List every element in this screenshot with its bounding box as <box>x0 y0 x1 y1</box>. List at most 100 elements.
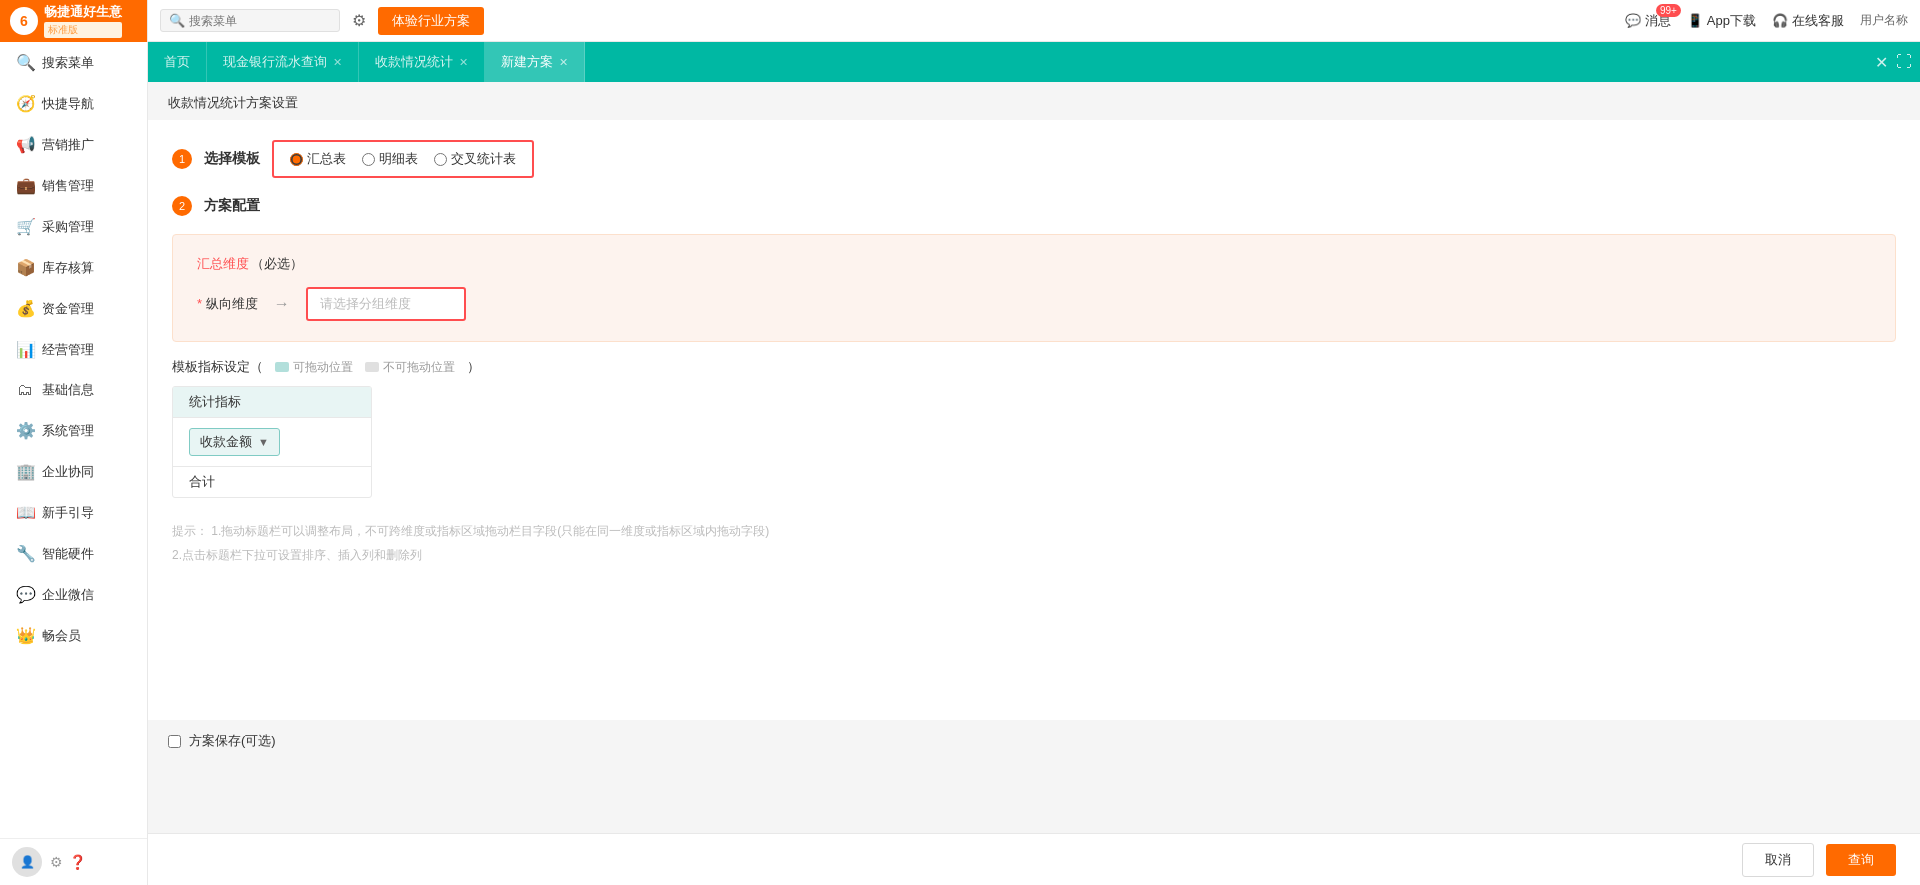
form-card: 1 选择模板 汇总表 明细表 交叉统计表 <box>148 120 1920 720</box>
message-button[interactable]: 💬 消息 99+ <box>1625 12 1671 30</box>
message-count: 99+ <box>1656 4 1681 17</box>
sidebar-item-label: 企业微信 <box>42 586 94 604</box>
tab-cashflow[interactable]: 现金银行流水查询 ✕ <box>207 42 359 82</box>
dimension-panel: 汇总维度（必选） * 纵向维度 → 请选择分组维度 <box>172 234 1896 342</box>
radio-cross-input[interactable] <box>434 153 447 166</box>
query-button[interactable]: 查询 <box>1826 844 1896 876</box>
download-button[interactable]: 📱 App下载 <box>1687 12 1756 30</box>
sidebar-item-business[interactable]: 📊 经营管理 <box>0 329 147 370</box>
step1-label: 选择模板 <box>204 150 260 168</box>
draggable-dot <box>275 362 289 372</box>
page-title: 收款情况统计方案设置 <box>148 82 1920 120</box>
avatar: 👤 <box>12 847 42 877</box>
sidebar-item-label: 智能硬件 <box>42 545 94 563</box>
step2-label: 方案配置 <box>204 197 260 215</box>
logo-text: 畅捷通好生意 <box>44 4 122 20</box>
tab-new-plan[interactable]: 新建方案 ✕ <box>485 42 585 82</box>
topbar-right: 💬 消息 99+ 📱 App下载 🎧 在线客服 用户名称 <box>1625 12 1908 30</box>
marketing-icon: 📢 <box>16 135 34 154</box>
sidebar-item-guide[interactable]: 📖 新手引导 <box>0 492 147 533</box>
cancel-button[interactable]: 取消 <box>1742 843 1814 877</box>
save-checkbox[interactable] <box>168 735 181 748</box>
radio-cross[interactable]: 交叉统计表 <box>434 150 516 168</box>
hint-line-1: 提示： 1.拖动标题栏可以调整布局，不可跨维度或指标区域拖动栏目字段(只能在同一… <box>172 521 1896 543</box>
hardware-icon: 🔧 <box>16 544 34 563</box>
help-icon[interactable]: ❓ <box>69 854 86 870</box>
radio-detail-input[interactable] <box>362 153 375 166</box>
tab-receipt-close[interactable]: ✕ <box>459 56 468 69</box>
draggable-label: 可拖动位置 <box>293 359 353 376</box>
metrics-table: 统计指标 收款金额 ▼ 合计 <box>172 386 372 498</box>
sidebar-item-label: 快捷导航 <box>42 95 94 113</box>
radio-cross-label: 交叉统计表 <box>451 150 516 168</box>
hint-line-2: 2.点击标题栏下拉可设置排序、插入列和删除列 <box>172 545 1896 567</box>
metrics-section-label: 模板指标设定（ <box>172 358 263 376</box>
metrics-section: 模板指标设定（ 可拖动位置 不可拖动位置 ） <box>172 358 1896 501</box>
sidebar-item-hardware[interactable]: 🔧 智能硬件 <box>0 533 147 574</box>
sidebar-item-enterprise[interactable]: 🏢 企业协同 <box>0 451 147 492</box>
service-icon: 🎧 <box>1772 13 1788 28</box>
sidebar-item-nav[interactable]: 🧭 快捷导航 <box>0 83 147 124</box>
tab-cashflow-label: 现金银行流水查询 <box>223 53 327 71</box>
search-icon: 🔍 <box>169 13 185 28</box>
tab-home-label: 首页 <box>164 53 190 71</box>
sidebar-bottom-icons: ⚙ ❓ <box>50 854 86 870</box>
tab-close-all-icon[interactable]: ✕ <box>1875 53 1888 72</box>
tab-expand-icon[interactable]: ⛶ <box>1896 53 1912 71</box>
guide-icon: 📖 <box>16 503 34 522</box>
vertical-dim-label: * 纵向维度 <box>197 295 258 313</box>
topbar: 🔍 ⚙ 体验行业方案 💬 消息 99+ 📱 App下载 🎧 在线客服 用户名称 <box>148 0 1920 42</box>
hint-text: 提示： 1.拖动标题栏可以调整布局，不可跨维度或指标区域拖动栏目字段(只能在同一… <box>172 521 1896 566</box>
sidebar-item-system[interactable]: ⚙️ 系统管理 <box>0 410 147 451</box>
sidebar-item-label: 新手引导 <box>42 504 94 522</box>
search-input[interactable] <box>189 14 329 28</box>
sidebar-item-label: 采购管理 <box>42 218 94 236</box>
edition-badge: 标准版 <box>44 22 122 38</box>
sidebar-item-basic-info[interactable]: 🗂 基础信息 <box>0 370 147 410</box>
sidebar-item-inventory[interactable]: 📦 库存核算 <box>0 247 147 288</box>
inventory-icon: 📦 <box>16 258 34 277</box>
metrics-tag-label: 收款金额 <box>200 433 252 451</box>
sidebar-item-purchase[interactable]: 🛒 采购管理 <box>0 206 147 247</box>
user-info[interactable]: 用户名称 <box>1860 12 1908 29</box>
dimension-select[interactable]: 请选择分组维度 <box>306 287 466 321</box>
service-button[interactable]: 🎧 在线客服 <box>1772 12 1844 30</box>
sidebar-item-marketing[interactable]: 📢 营销推广 <box>0 124 147 165</box>
sidebar: 6 畅捷通好生意 标准版 🔍 搜索菜单 🧭 快捷导航 📢 营销推广 💼 销售管理… <box>0 0 148 885</box>
purchase-icon: 🛒 <box>16 217 34 236</box>
tab-cashflow-close[interactable]: ✕ <box>333 56 342 69</box>
sidebar-item-label: 库存核算 <box>42 259 94 277</box>
logo-icon: 6 <box>10 7 38 35</box>
search-box[interactable]: 🔍 <box>160 9 340 32</box>
tab-home[interactable]: 首页 <box>148 42 207 82</box>
radio-summary-input[interactable] <box>290 153 303 166</box>
legend-draggable: 可拖动位置 <box>275 359 353 376</box>
dimension-placeholder: 请选择分组维度 <box>320 296 411 311</box>
sidebar-item-label: 企业协同 <box>42 463 94 481</box>
sidebar-item-label: 系统管理 <box>42 422 94 440</box>
metrics-tag-amount[interactable]: 收款金额 ▼ <box>189 428 280 456</box>
message-icon: 💬 <box>1625 13 1641 28</box>
radio-detail[interactable]: 明细表 <box>362 150 418 168</box>
metrics-total: 合计 <box>173 466 371 497</box>
wechat-icon: 💬 <box>16 585 34 604</box>
sidebar-item-wechat[interactable]: 💬 企业微信 <box>0 574 147 615</box>
fixed-dot <box>365 362 379 372</box>
sidebar-item-member[interactable]: 👑 畅会员 <box>0 615 147 656</box>
sidebar-item-label: 基础信息 <box>42 381 94 399</box>
radio-summary[interactable]: 汇总表 <box>290 150 346 168</box>
sidebar-item-search[interactable]: 🔍 搜索菜单 <box>0 42 147 83</box>
tab-receipt[interactable]: 收款情况统计 ✕ <box>359 42 485 82</box>
tabbar: 首页 现金银行流水查询 ✕ 收款情况统计 ✕ 新建方案 ✕ ✕ ⛶ <box>148 42 1920 82</box>
sidebar-item-sales[interactable]: 💼 销售管理 <box>0 165 147 206</box>
trial-button[interactable]: 体验行业方案 <box>378 7 484 35</box>
step2-badge: 2 <box>172 196 192 216</box>
save-label: 方案保存(可选) <box>189 732 276 750</box>
tag-dropdown-icon[interactable]: ▼ <box>258 436 269 448</box>
gear-icon[interactable]: ⚙ <box>352 11 366 30</box>
tab-new-plan-close[interactable]: ✕ <box>559 56 568 69</box>
sidebar-item-finance[interactable]: 💰 资金管理 <box>0 288 147 329</box>
settings-icon[interactable]: ⚙ <box>50 854 63 870</box>
tab-new-plan-label: 新建方案 <box>501 53 553 71</box>
save-row: 方案保存(可选) <box>148 720 1920 762</box>
